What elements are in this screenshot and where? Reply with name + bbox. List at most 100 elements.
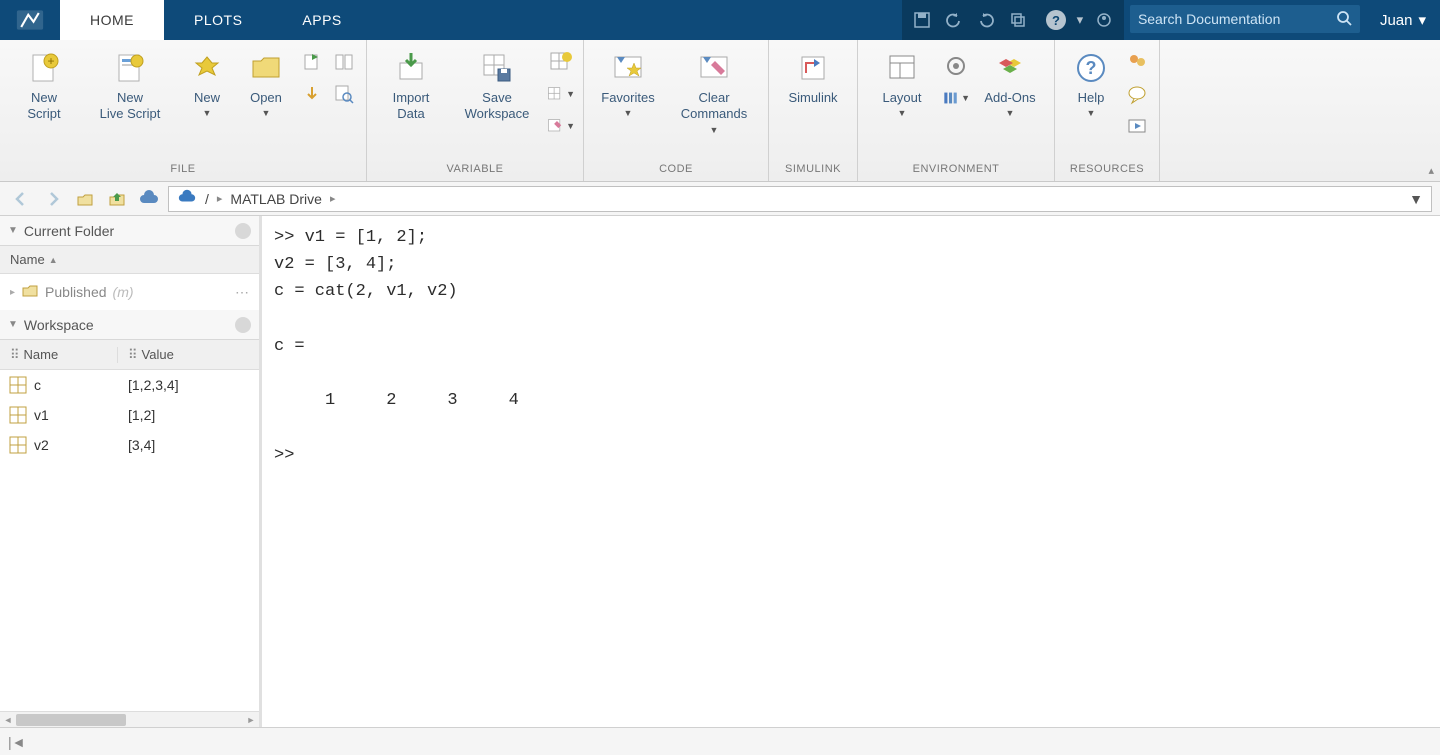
search-documentation[interactable] [1130,5,1360,33]
undo-icon[interactable] [938,5,970,35]
goto-start-icon[interactable]: |◄ [8,734,26,750]
set-path-icon[interactable]: ▼ [942,84,970,112]
help-dropdown-icon[interactable]: ▾ [1072,5,1088,35]
path-root: / [205,191,209,207]
save-workspace-label: Save Workspace [465,90,530,123]
find-files-icon[interactable] [298,48,326,76]
simulink-button[interactable]: Simulink [777,46,849,110]
chevron-right-icon: ▸ [217,192,223,205]
addons-label: Add-Ons [984,90,1035,106]
ribbon-group-environment: Layout ▼ ▼ Add-Ons ▼ ENVIRONMENT [858,40,1055,181]
panel-menu-icon[interactable] [235,317,251,333]
layout-button[interactable]: Layout ▼ [866,46,938,122]
address-bar: / ▸ MATLAB Drive ▸ ▼ [0,182,1440,216]
variable-value: [1,2,3,4] [118,377,259,393]
panel-menu-icon[interactable] [235,223,251,239]
help-button[interactable]: ? Help ▼ [1063,46,1119,122]
new-button[interactable]: New ▼ [180,46,234,122]
collapse-panel-icon[interactable]: ▼ [8,319,18,330]
login-icon[interactable] [1088,5,1120,35]
browse-folder-icon[interactable] [104,186,130,212]
current-folder-row[interactable]: ▸ Published (m) ⋯ [0,274,259,310]
new-variable-icon[interactable] [547,48,575,76]
scroll-left-icon[interactable]: ◄ [0,712,16,728]
workspace-row[interactable]: v1[1,2] [0,400,259,430]
workspace-table: ⠿Name ⠿Value c[1,2,3,4]v1[1,2]v2[3,4] [0,340,259,711]
new-icon [189,50,225,86]
up-folder-icon[interactable] [72,186,98,212]
tab-home-label: HOME [90,12,134,28]
search-files-icon[interactable] [330,80,358,108]
folder-icon [21,283,39,302]
variable-name: c [28,377,118,393]
group-label-environment: ENVIRONMENT [866,160,1046,179]
path-dropdown-icon[interactable]: ▼ [1409,191,1423,207]
ws-value-column[interactable]: ⠿Value [118,347,259,363]
new-script-label: New Script [27,90,60,123]
more-icon[interactable]: ⋯ [235,284,249,301]
ribbon-group-simulink: Simulink SIMULINK [769,40,858,181]
nav-back-icon[interactable] [8,186,34,212]
expand-icon[interactable]: ▸ [10,287,15,298]
clear-commands-button[interactable]: Clear Commands ▼ [668,46,760,139]
compare-icon[interactable] [330,48,358,76]
chevron-down-icon: ▼ [1006,108,1015,118]
workspace-title-bar[interactable]: ▼ Workspace [0,310,259,340]
collapse-panel-icon[interactable]: ▼ [8,225,18,236]
save-icon[interactable] [906,5,938,35]
tab-home[interactable]: HOME [60,0,164,40]
import-data-button[interactable]: Import Data [375,46,447,127]
group-label-simulink: SIMULINK [777,160,849,179]
search-input[interactable] [1138,11,1336,27]
nav-forward-icon[interactable] [40,186,66,212]
workspace-row[interactable]: c[1,2,3,4] [0,370,259,400]
path-breadcrumb[interactable]: / ▸ MATLAB Drive ▸ ▼ [168,186,1432,212]
workspace-row[interactable]: v2[3,4] [0,430,259,460]
save-workspace-button[interactable]: Save Workspace [451,46,543,127]
tab-plots[interactable]: PLOTS [164,0,272,40]
command-window[interactable]: >> v1 = [1, 2]; v2 = [3, 4]; c = cat(2, … [262,216,1440,727]
main-content: ▼ Current Folder Name ▲ ▸ Published (m) … [0,216,1440,727]
ribbon-group-variable: Import Data Save Workspace ▼ ▼ VARIABLE [367,40,584,181]
preferences-icon[interactable] [942,52,970,80]
new-label: New [194,90,220,106]
variable-value: [3,4] [118,437,259,453]
copy-icon[interactable] [1002,5,1034,35]
sort-asc-icon: ▲ [49,255,58,265]
help-label: Help [1078,90,1105,106]
collapse-ribbon-icon[interactable]: ▴ [1428,164,1434,177]
redo-icon[interactable] [970,5,1002,35]
variable-icon [8,435,28,455]
current-folder-title-bar[interactable]: ▼ Current Folder [0,216,259,246]
user-menu[interactable]: Juan ▾ [1366,0,1440,40]
scrollbar-thumb[interactable] [16,714,126,726]
matlab-logo [0,0,60,40]
open-variable-icon[interactable]: ▼ [547,80,575,108]
favorites-button[interactable]: Favorites ▼ [592,46,664,122]
group-label-file: FILE [8,160,358,179]
request-support-icon[interactable] [1123,80,1151,108]
horizontal-scrollbar[interactable]: ◄ ► [0,711,259,727]
new-live-script-button[interactable]: New Live Script [84,46,176,127]
ribbon-group-resources: ? Help ▼ RESOURCES [1055,40,1160,181]
down-arrow-icon[interactable] [298,80,326,108]
ribbon-toolstrip: + New Script New Live Script New ▼ Open … [0,40,1440,182]
help-icon[interactable]: ? [1040,5,1072,35]
community-icon[interactable] [1123,48,1151,76]
addons-icon [992,50,1028,86]
open-button[interactable]: Open ▼ [238,46,294,122]
svg-text:?: ? [1086,58,1097,78]
scroll-right-icon[interactable]: ► [243,712,259,728]
cloud-drive-icon[interactable] [136,186,162,212]
tab-apps[interactable]: APPS [272,0,371,40]
current-folder-header[interactable]: Name ▲ [0,246,259,274]
learn-matlab-icon[interactable] [1123,112,1151,140]
clear-workspace-icon[interactable]: ▼ [547,112,575,140]
layout-icon [884,50,920,86]
ws-name-column[interactable]: ⠿Name [0,347,118,363]
group-label-code: CODE [592,160,760,179]
new-script-button[interactable]: + New Script [8,46,80,127]
path-drive[interactable]: MATLAB Drive [230,191,322,207]
search-icon[interactable] [1336,10,1352,29]
addons-button[interactable]: Add-Ons ▼ [974,46,1046,122]
